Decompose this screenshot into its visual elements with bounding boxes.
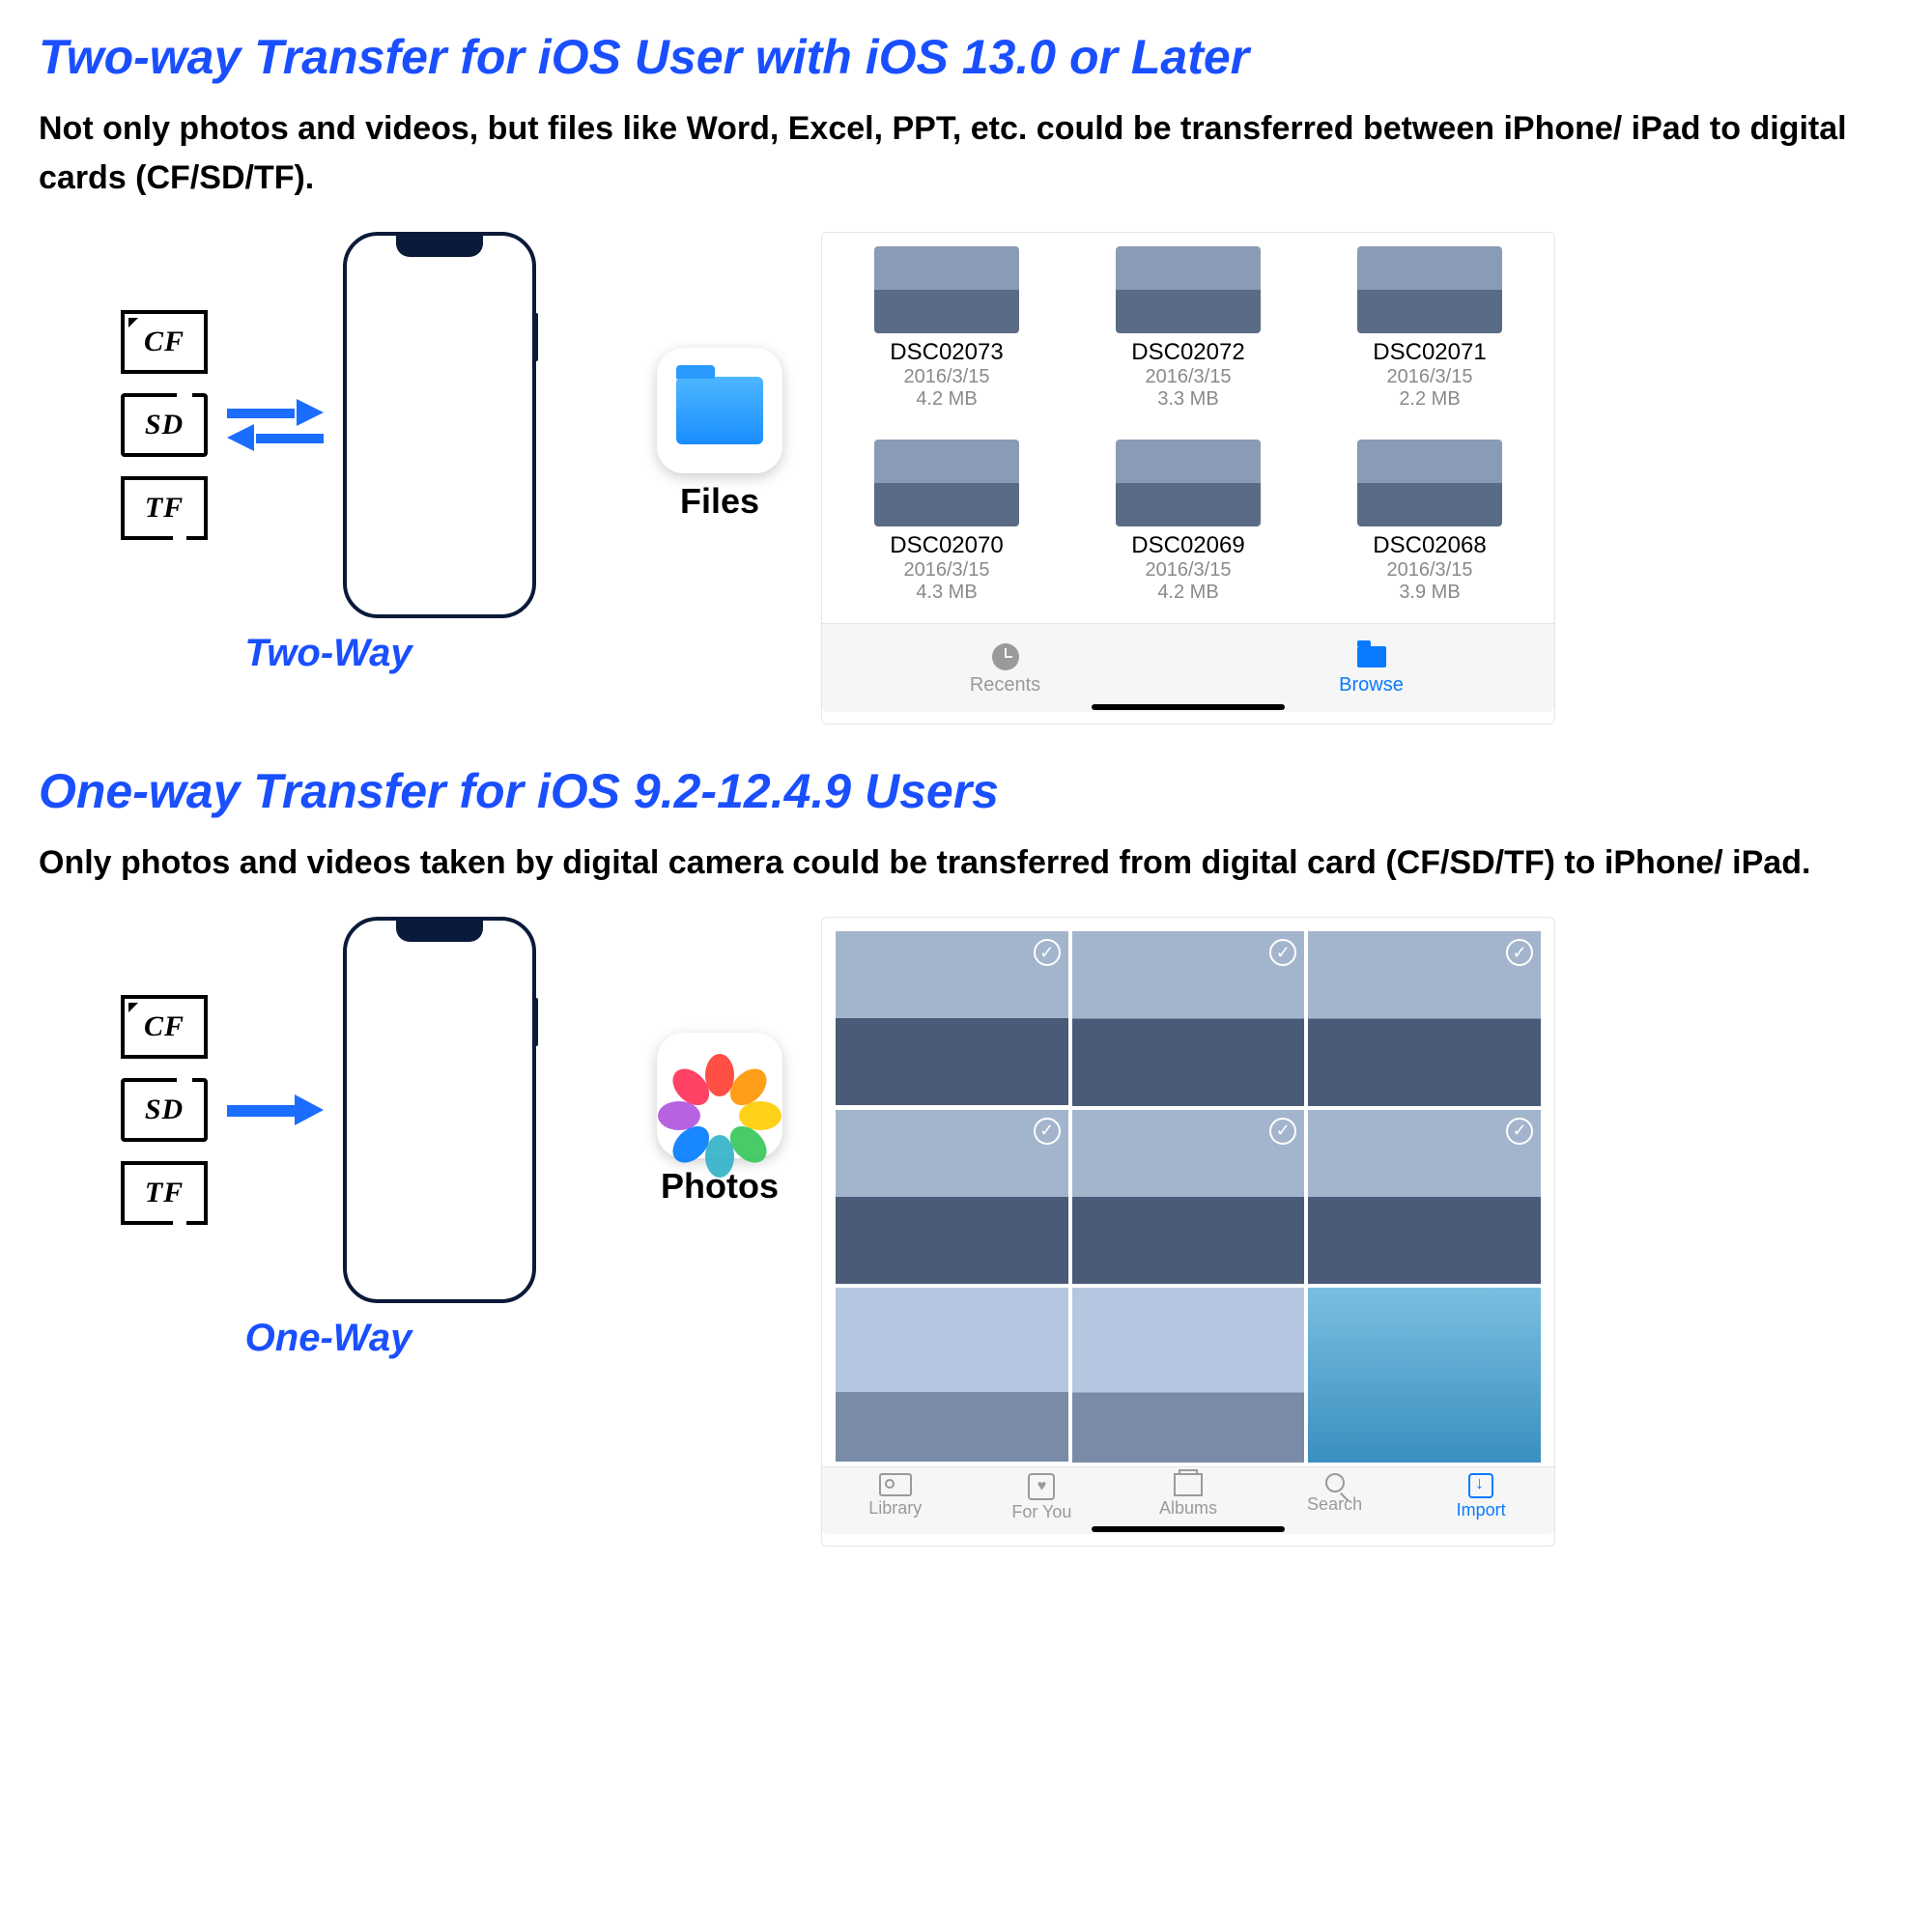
heart-icon [1028, 1473, 1055, 1500]
file-thumbnail [874, 246, 1019, 333]
card-tf: TF [121, 1161, 208, 1225]
tab-label: Search [1307, 1494, 1362, 1515]
file-thumbnail [1357, 440, 1502, 526]
tab-import[interactable]: Import [1407, 1473, 1554, 1522]
file-size: 4.3 MB [916, 582, 977, 604]
file-date: 2016/3/15 [1146, 559, 1232, 582]
tab-label: Albums [1159, 1498, 1217, 1519]
photo-cell[interactable]: ✓ [836, 1110, 1068, 1284]
tab-label: Browse [1339, 674, 1404, 696]
file-name: DSC02069 [1131, 532, 1244, 559]
photo-cell[interactable]: ✓ [1072, 1110, 1305, 1285]
files-app-label: Files [680, 481, 759, 522]
file-size: 3.3 MB [1157, 388, 1218, 411]
file-name: DSC02071 [1373, 339, 1486, 366]
diagram-one-way: CF SD TF One-Way [39, 917, 618, 1547]
tab-label: Library [868, 1498, 922, 1519]
phone-outline-icon [343, 232, 536, 618]
tab-browse[interactable]: Browse [1188, 634, 1554, 712]
file-size: 3.9 MB [1399, 582, 1460, 604]
file-item[interactable]: DSC02070 2016/3/15 4.3 MB [836, 440, 1058, 604]
photos-app: Photos [657, 1033, 782, 1547]
photos-import-screenshot: ✓ ✓ ✓ ✓ ✓ ✓ Library For You [821, 917, 1555, 1547]
desc-two-way: Not only photos and videos, but files li… [39, 104, 1893, 203]
diagram-label-two-way: Two-Way [244, 632, 412, 675]
file-item[interactable]: DSC02071 2016/3/15 2.2 MB [1319, 246, 1541, 411]
section-one-way: One-way Transfer for iOS 9.2-12.4.9 User… [39, 763, 1893, 1547]
files-browser-screenshot: DSC02073 2016/3/15 4.2 MB DSC02072 2016/… [821, 232, 1555, 724]
file-size: 2.2 MB [1399, 388, 1460, 411]
file-date: 2016/3/15 [1146, 366, 1232, 388]
file-thumbnail [1116, 440, 1261, 526]
diagram-label-one-way: One-Way [245, 1317, 412, 1360]
home-indicator [1092, 1526, 1285, 1532]
file-name: DSC02068 [1373, 532, 1486, 559]
albums-icon [1174, 1473, 1203, 1496]
check-icon: ✓ [1506, 939, 1533, 966]
file-size: 4.2 MB [916, 388, 977, 411]
file-item[interactable]: DSC02073 2016/3/15 4.2 MB [836, 246, 1058, 411]
one-way-arrow-icon [227, 1098, 324, 1122]
card-cf: CF [121, 310, 208, 374]
library-icon [879, 1473, 912, 1496]
tab-albums[interactable]: Albums [1115, 1473, 1262, 1522]
card-cf: CF [121, 995, 208, 1059]
heading-one-way: One-way Transfer for iOS 9.2-12.4.9 User… [39, 763, 1893, 819]
import-icon [1468, 1473, 1493, 1498]
diagram-two-way: CF SD TF Two-Way [39, 232, 618, 724]
phone-outline-icon [343, 917, 536, 1303]
home-indicator [1092, 704, 1285, 710]
section-two-way: Two-way Transfer for iOS User with iOS 1… [39, 29, 1893, 724]
folder-icon [1356, 641, 1387, 672]
two-way-arrows-icon [227, 403, 324, 447]
file-name: DSC02070 [890, 532, 1003, 559]
card-tf: TF [121, 476, 208, 540]
search-icon [1325, 1473, 1345, 1492]
clock-icon [990, 641, 1021, 672]
card-sd: SD [121, 393, 208, 457]
file-date: 2016/3/15 [904, 366, 990, 388]
tab-search[interactable]: Search [1262, 1473, 1408, 1522]
files-app: Files [657, 348, 782, 724]
check-icon: ✓ [1034, 1118, 1061, 1145]
tab-library[interactable]: Library [822, 1473, 969, 1522]
file-thumbnail [1116, 246, 1261, 333]
file-name: DSC02073 [890, 339, 1003, 366]
tab-label: For You [1011, 1502, 1071, 1522]
heading-two-way: Two-way Transfer for iOS User with iOS 1… [39, 29, 1893, 85]
check-icon: ✓ [1269, 1118, 1296, 1145]
check-icon: ✓ [1034, 939, 1061, 966]
file-date: 2016/3/15 [904, 559, 990, 582]
photos-app-icon [657, 1033, 782, 1158]
tab-for-you[interactable]: For You [969, 1473, 1116, 1522]
tab-recents[interactable]: Recents [822, 634, 1188, 712]
photo-cell[interactable] [1072, 1288, 1305, 1463]
card-sd: SD [121, 1078, 208, 1142]
tab-label: Import [1457, 1500, 1506, 1520]
file-size: 4.2 MB [1157, 582, 1218, 604]
file-item[interactable]: DSC02072 2016/3/15 3.3 MB [1077, 246, 1299, 411]
photo-cell[interactable]: ✓ [836, 931, 1068, 1105]
file-thumbnail [874, 440, 1019, 526]
tab-label: Recents [970, 674, 1040, 696]
check-icon: ✓ [1269, 939, 1296, 966]
photo-cell[interactable] [836, 1288, 1068, 1462]
photo-cell[interactable]: ✓ [1308, 931, 1541, 1106]
file-name: DSC02072 [1131, 339, 1244, 366]
photo-cell[interactable] [1308, 1288, 1541, 1463]
file-item[interactable]: DSC02068 2016/3/15 3.9 MB [1319, 440, 1541, 604]
check-icon: ✓ [1506, 1118, 1533, 1145]
photo-cell[interactable]: ✓ [1072, 931, 1305, 1106]
file-item[interactable]: DSC02069 2016/3/15 4.2 MB [1077, 440, 1299, 604]
file-thumbnail [1357, 246, 1502, 333]
files-app-icon [657, 348, 782, 473]
photo-cell[interactable]: ✓ [1308, 1110, 1541, 1285]
desc-one-way: Only photos and videos taken by digital … [39, 838, 1893, 888]
file-date: 2016/3/15 [1387, 366, 1473, 388]
file-date: 2016/3/15 [1387, 559, 1473, 582]
